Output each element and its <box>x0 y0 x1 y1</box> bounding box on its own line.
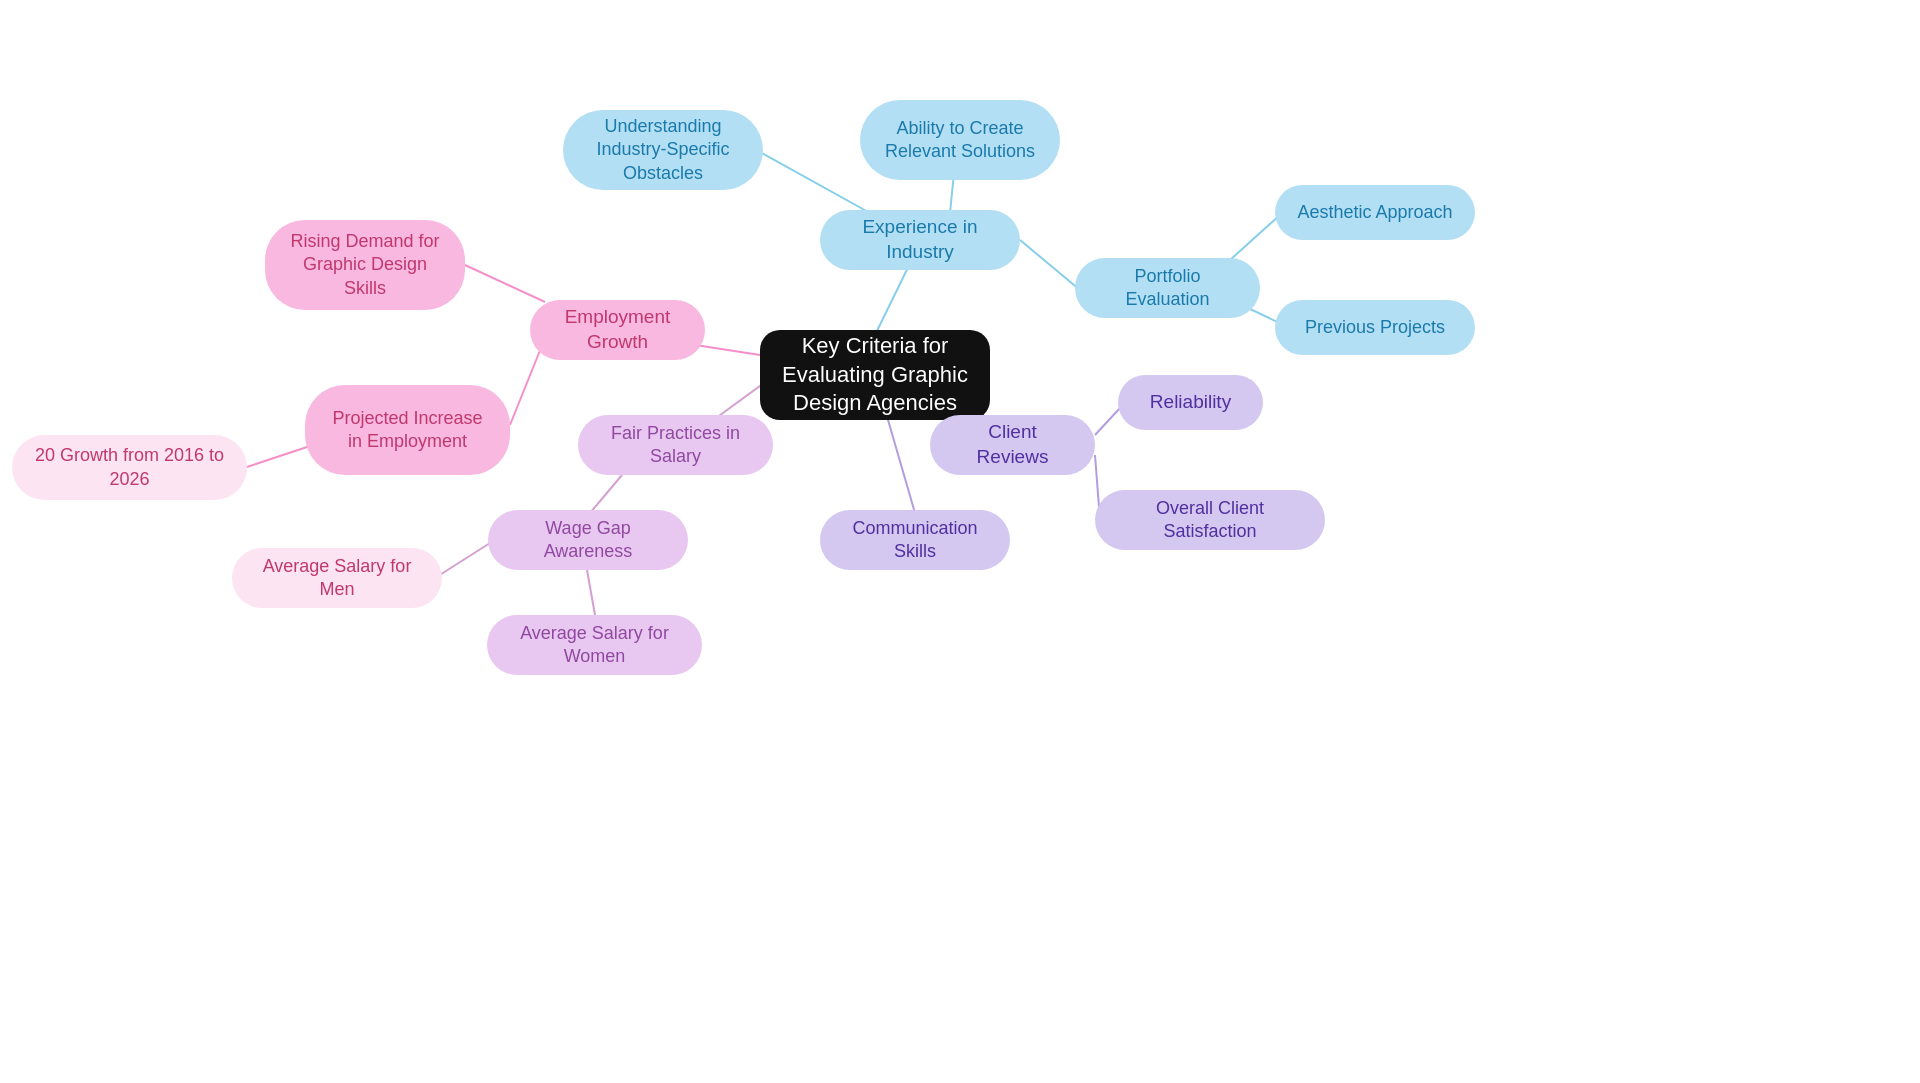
experience-industry-label: Experience in Industry <box>842 215 998 264</box>
svg-line-17 <box>587 570 595 615</box>
overall-client-satisfaction-label: Overall Client Satisfaction <box>1117 497 1303 544</box>
ability-create-node[interactable]: Ability to Create Relevant Solutions <box>860 100 1060 180</box>
projected-increase-node[interactable]: Projected Increase in Employment <box>305 385 510 475</box>
avg-salary-women-label: Average Salary for Women <box>509 622 680 669</box>
employment-growth-label: Employment Growth <box>552 305 683 354</box>
svg-line-12 <box>247 446 310 467</box>
svg-line-7 <box>1020 240 1080 290</box>
svg-line-16 <box>435 543 490 578</box>
svg-line-5 <box>762 153 870 213</box>
fair-practices-node[interactable]: Fair Practices in Salary <box>578 415 773 475</box>
reliability-node[interactable]: Reliability <box>1118 375 1263 430</box>
avg-salary-men-label: Average Salary for Men <box>254 555 420 602</box>
center-label: Key Criteria for Evaluating Graphic Desi… <box>782 332 968 418</box>
fair-practices-label: Fair Practices in Salary <box>600 422 751 469</box>
projected-increase-label: Projected Increase in Employment <box>327 407 488 454</box>
rising-demand-node[interactable]: Rising Demand for Graphic Design Skills <box>265 220 465 310</box>
portfolio-evaluation-label: Portfolio Evaluation <box>1097 265 1238 312</box>
client-reviews-node[interactable]: Client Reviews <box>930 415 1095 475</box>
reliability-label: Reliability <box>1150 390 1231 415</box>
svg-line-15 <box>590 475 622 513</box>
aesthetic-approach-label: Aesthetic Approach <box>1297 201 1452 224</box>
wage-gap-node[interactable]: Wage Gap Awareness <box>488 510 688 570</box>
previous-projects-node[interactable]: Previous Projects <box>1275 300 1475 355</box>
understanding-industry-label: Understanding Industry-Specific Obstacle… <box>585 115 741 185</box>
avg-salary-women-node[interactable]: Average Salary for Women <box>487 615 702 675</box>
employment-growth-node[interactable]: Employment Growth <box>530 300 705 360</box>
communication-skills-label: Communication Skills <box>842 517 988 564</box>
rising-demand-label: Rising Demand for Graphic Design Skills <box>287 230 443 300</box>
svg-line-13 <box>1095 408 1120 435</box>
growth-2016-2026-label: 20 Growth from 2016 to 2026 <box>34 444 225 491</box>
wage-gap-label: Wage Gap Awareness <box>510 517 666 564</box>
avg-salary-men-node[interactable]: Average Salary for Men <box>232 548 442 608</box>
svg-line-10 <box>465 265 545 302</box>
overall-client-satisfaction-node[interactable]: Overall Client Satisfaction <box>1095 490 1325 550</box>
client-reviews-label: Client Reviews <box>952 420 1073 469</box>
ability-create-label: Ability to Create Relevant Solutions <box>882 117 1038 164</box>
center-node: Key Criteria for Evaluating Graphic Desi… <box>760 330 990 420</box>
communication-skills-node[interactable]: Communication Skills <box>820 510 1010 570</box>
previous-projects-label: Previous Projects <box>1305 316 1445 339</box>
portfolio-evaluation-node[interactable]: Portfolio Evaluation <box>1075 258 1260 318</box>
understanding-industry-node[interactable]: Understanding Industry-Specific Obstacle… <box>563 110 763 190</box>
growth-2016-2026-node[interactable]: 20 Growth from 2016 to 2026 <box>12 435 247 500</box>
aesthetic-approach-node[interactable]: Aesthetic Approach <box>1275 185 1475 240</box>
experience-industry-node[interactable]: Experience in Industry <box>820 210 1020 270</box>
